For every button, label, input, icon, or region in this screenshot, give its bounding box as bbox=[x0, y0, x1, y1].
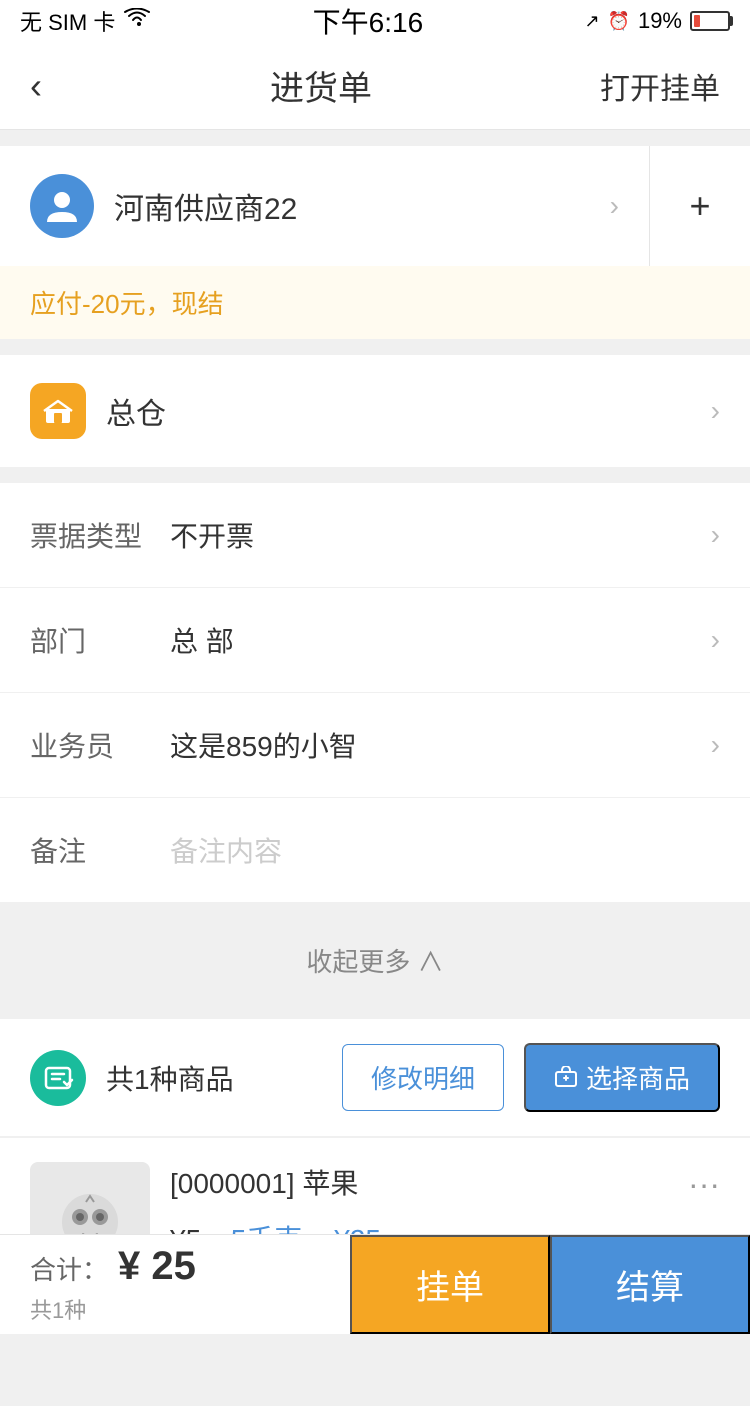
remark-label: 备注 bbox=[30, 830, 170, 870]
supplier-name: 河南供应商22 bbox=[114, 184, 600, 228]
sales-label: 业务员 bbox=[30, 725, 170, 765]
supplier-avatar bbox=[30, 174, 94, 238]
status-left: 无 SIM 卡 bbox=[20, 5, 151, 37]
wifi-icon bbox=[123, 8, 151, 34]
alarm-icon: ⏰ bbox=[608, 11, 630, 32]
supplier-selector[interactable]: 河南供应商22 › bbox=[0, 146, 650, 266]
add-button[interactable]: + bbox=[650, 146, 750, 266]
invoice-chevron-icon: › bbox=[711, 519, 720, 551]
product-name: [0000001] 苹果 bbox=[170, 1162, 668, 1202]
remark-row[interactable]: 备注 备注内容 bbox=[0, 798, 750, 902]
warehouse-name: 总仓 bbox=[106, 389, 701, 433]
page-title: 进货单 bbox=[270, 61, 372, 110]
open-pending-button[interactable]: 打开挂单 bbox=[600, 64, 720, 108]
collapse-button[interactable]: 收起更多 ∧ bbox=[0, 918, 750, 1003]
supplier-chevron-icon: › bbox=[610, 190, 619, 222]
cart-icon bbox=[554, 1066, 578, 1090]
dept-chevron-icon: › bbox=[711, 624, 720, 656]
products-header: 共1种商品 修改明细 选择商品 bbox=[0, 1019, 750, 1136]
invoice-row[interactable]: 票据类型 不开票 › bbox=[0, 483, 750, 588]
sales-row[interactable]: 业务员 这是859的小智 › bbox=[0, 693, 750, 798]
carrier-text: 无 SIM 卡 bbox=[20, 5, 115, 37]
dept-row[interactable]: 部门 总 部 › bbox=[0, 588, 750, 693]
total-label: 合计： bbox=[30, 1250, 108, 1287]
battery-text: 19% bbox=[638, 8, 682, 34]
status-right: ↗ ⏰ 19% bbox=[584, 8, 730, 34]
status-bar: 无 SIM 卡 下午6:16 ↗ ⏰ 19% bbox=[0, 0, 750, 42]
sales-value: 这是859的小智 bbox=[170, 725, 701, 765]
collapse-label: 收起更多 ∧ bbox=[306, 942, 443, 979]
dept-value: 总 部 bbox=[170, 620, 701, 660]
supplier-section: 河南供应商22 › + bbox=[0, 146, 750, 266]
products-icon bbox=[30, 1050, 86, 1106]
hang-button[interactable]: 挂单 bbox=[350, 1235, 550, 1334]
footer-count: 共1种 bbox=[30, 1293, 320, 1325]
notice-bar: 应付-20元，现结 bbox=[0, 266, 750, 339]
warehouse-chevron-icon: › bbox=[711, 395, 720, 427]
footer-total-section: 合计： ¥ 25 共1种 bbox=[0, 1235, 350, 1334]
page-header: ‹ 进货单 打开挂单 bbox=[0, 42, 750, 130]
status-time: 下午6:16 bbox=[313, 1, 424, 41]
battery-icon bbox=[690, 11, 730, 31]
form-section: 票据类型 不开票 › 部门 总 部 › 业务员 这是859的小智 › 备注 备注… bbox=[0, 483, 750, 902]
warehouse-icon bbox=[30, 383, 86, 439]
remark-input[interactable]: 备注内容 bbox=[170, 830, 720, 870]
product-code: [0000001] bbox=[170, 1168, 302, 1199]
dept-label: 部门 bbox=[30, 620, 170, 660]
total-amount: ¥ 25 bbox=[118, 1244, 196, 1289]
product-menu-button[interactable]: ··· bbox=[688, 1162, 720, 1207]
location-icon: ↗ bbox=[584, 11, 599, 32]
invoice-value: 不开票 bbox=[170, 515, 701, 555]
select-product-button[interactable]: 选择商品 bbox=[524, 1043, 720, 1112]
edit-detail-button[interactable]: 修改明细 bbox=[342, 1044, 504, 1111]
sales-chevron-icon: › bbox=[711, 729, 720, 761]
footer: 合计： ¥ 25 共1种 挂单 结算 bbox=[0, 1234, 750, 1334]
product-title: 苹果 bbox=[302, 1168, 358, 1199]
invoice-label: 票据类型 bbox=[30, 515, 170, 555]
products-count: 共1种商品 bbox=[106, 1058, 322, 1098]
back-button[interactable]: ‹ bbox=[30, 65, 42, 107]
select-product-label: 选择商品 bbox=[586, 1059, 690, 1096]
checkout-button[interactable]: 结算 bbox=[550, 1235, 750, 1334]
warehouse-row[interactable]: 总仓 › bbox=[0, 355, 750, 467]
